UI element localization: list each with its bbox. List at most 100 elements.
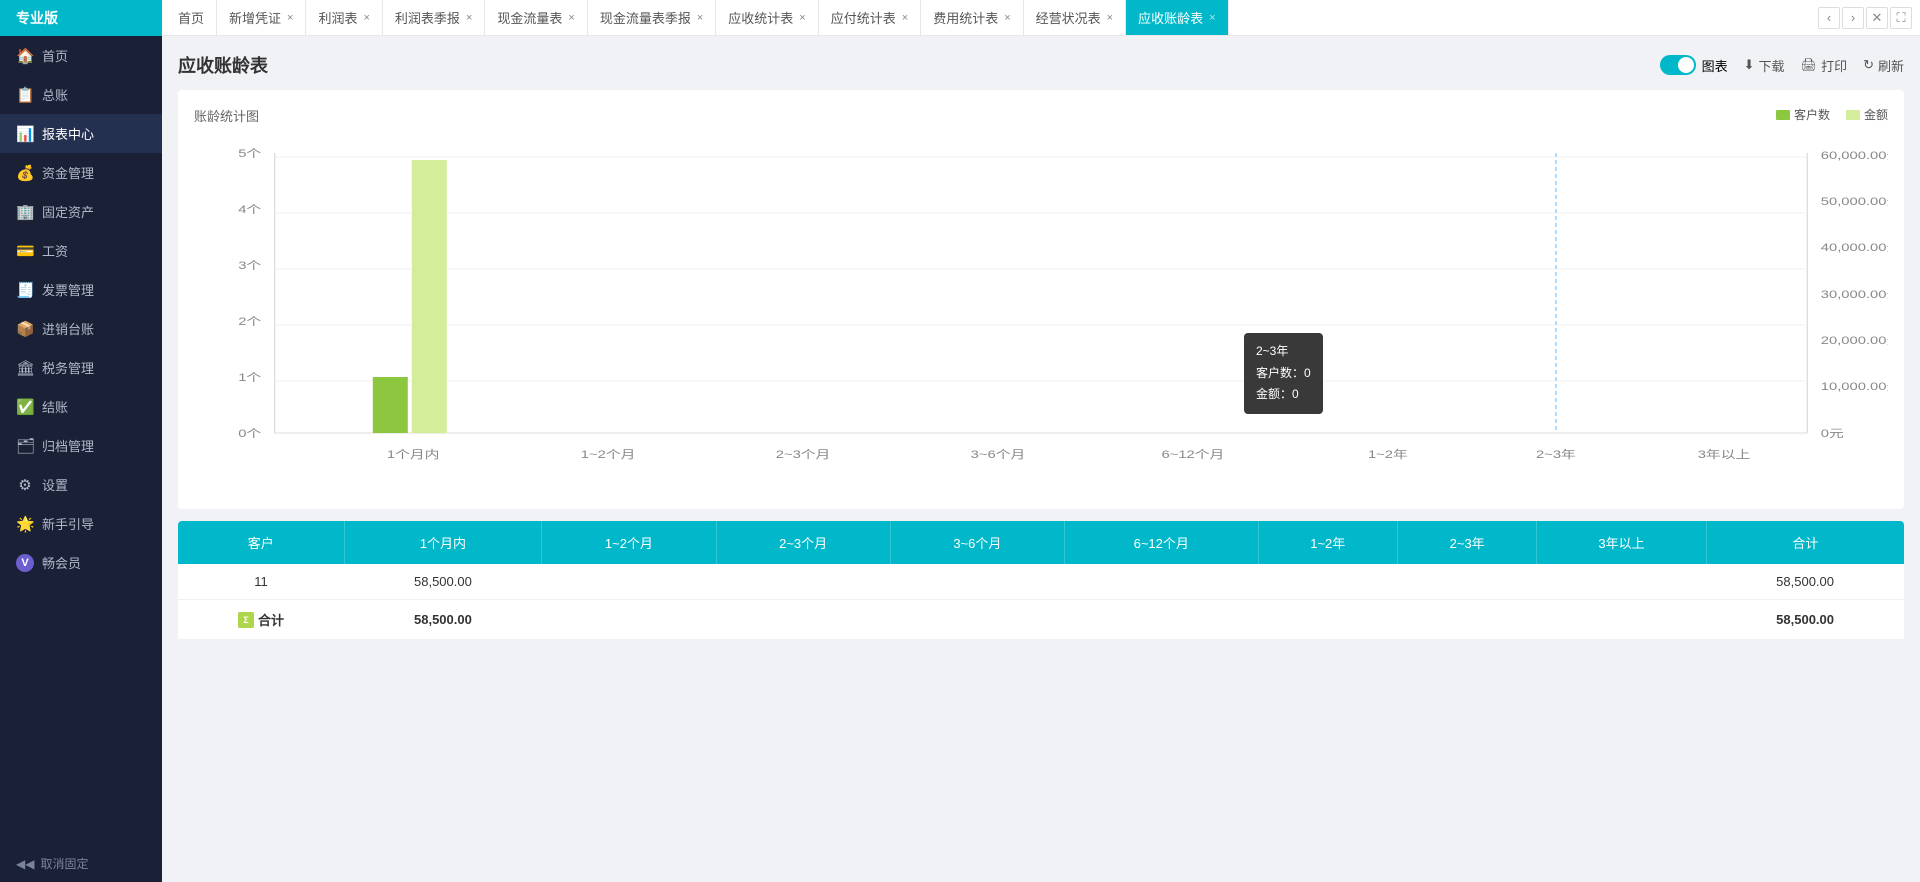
refresh-button[interactable]: ↻ 刷新 bbox=[1863, 56, 1904, 75]
table-header-row: 客户 1个月内 1~2个月 2~3个月 3~6个月 6~12个月 1~2年 2~… bbox=[178, 521, 1904, 564]
sidebar-item-vip[interactable]: V 畅会员 bbox=[0, 543, 162, 582]
chart-toggle[interactable]: 图表 bbox=[1660, 55, 1728, 75]
svg-text:10,000.00元: 10,000.00元 bbox=[1821, 380, 1888, 393]
sidebar-label-tax: 税务管理 bbox=[42, 358, 94, 377]
tab-close-biz-status[interactable]: × bbox=[1107, 12, 1113, 24]
svg-text:2~3年: 2~3年 bbox=[1536, 448, 1576, 461]
tab-nav-buttons: ‹ › ✕ ⛶ bbox=[1814, 7, 1916, 29]
sidebar-item-stock[interactable]: 📦 进销台账 bbox=[0, 309, 162, 348]
sidebar-item-settings[interactable]: ⚙ 设置 bbox=[0, 465, 162, 504]
total-y12 bbox=[1258, 600, 1397, 640]
ledger-icon: 📋 bbox=[16, 86, 34, 104]
tab-close-cashflow[interactable]: × bbox=[568, 12, 574, 24]
tab-next-button[interactable]: › bbox=[1842, 7, 1864, 29]
tab-expense[interactable]: 费用统计表 × bbox=[921, 0, 1023, 35]
sidebar-item-invoice[interactable]: 🧾 发票管理 bbox=[0, 270, 162, 309]
cell-m36 bbox=[890, 564, 1064, 600]
svg-text:1~2个月: 1~2个月 bbox=[581, 448, 636, 461]
col-m1: 1个月内 bbox=[344, 521, 542, 564]
sidebar-unpin[interactable]: ◀◀ 取消固定 bbox=[0, 845, 162, 882]
svg-text:4个: 4个 bbox=[238, 203, 261, 216]
tab-ar-stat[interactable]: 应收统计表 × bbox=[716, 0, 818, 35]
tab-cashflow-quarter[interactable]: 现金流量表季报 × bbox=[588, 0, 716, 35]
home-icon: 🏠 bbox=[16, 47, 34, 65]
col-y23: 2~3年 bbox=[1397, 521, 1536, 564]
sidebar-label-invoice: 发票管理 bbox=[42, 280, 94, 299]
page-title: 应收账龄表 bbox=[178, 52, 268, 78]
svg-text:20,000.00元: 20,000.00元 bbox=[1821, 334, 1888, 347]
tab-close-ar-aging[interactable]: × bbox=[1209, 12, 1215, 24]
sidebar-item-archive[interactable]: 🗂 归档管理 bbox=[0, 426, 162, 465]
total-label-cell: Σ 合计 bbox=[178, 600, 344, 640]
bar-amount-0 bbox=[412, 160, 447, 433]
svg-text:3年以上: 3年以上 bbox=[1698, 448, 1751, 461]
svg-text:40,000.00元: 40,000.00元 bbox=[1821, 241, 1888, 254]
tab-close-profit[interactable]: × bbox=[363, 12, 369, 24]
download-button[interactable]: ⬇ 下载 bbox=[1744, 56, 1785, 75]
tab-profit-quarter[interactable]: 利润表季报 × bbox=[383, 0, 485, 35]
settings-icon: ⚙ bbox=[16, 476, 34, 494]
invoice-icon: 🧾 bbox=[16, 281, 34, 299]
guide-icon: 🌟 bbox=[16, 515, 34, 533]
tab-close-expense[interactable]: × bbox=[1004, 12, 1010, 24]
total-m12 bbox=[542, 600, 716, 640]
tab-close-voucher[interactable]: × bbox=[287, 12, 293, 24]
legend-customer-count: 客户数 bbox=[1776, 106, 1830, 123]
toggle-track[interactable] bbox=[1660, 55, 1696, 75]
total-m36 bbox=[890, 600, 1064, 640]
svg-text:0个: 0个 bbox=[238, 427, 261, 440]
legend-amount: 金额 bbox=[1846, 106, 1888, 123]
sidebar-item-report[interactable]: 📊 报表中心 bbox=[0, 114, 162, 153]
cell-m23 bbox=[716, 564, 890, 600]
sidebar-label-stock: 进销台账 bbox=[42, 319, 94, 338]
tab-close-cashflow-quarter[interactable]: × bbox=[697, 12, 703, 24]
sidebar-item-tax[interactable]: 🏛 税务管理 bbox=[0, 348, 162, 387]
sidebar-item-settle[interactable]: ✅ 结账 bbox=[0, 387, 162, 426]
sidebar-item-asset[interactable]: 🏢 固定资产 bbox=[0, 192, 162, 231]
print-icon: 🖨 bbox=[1801, 57, 1818, 73]
total-icon: Σ bbox=[238, 612, 254, 628]
cell-customer: 11 bbox=[178, 564, 344, 600]
col-y3: 3年以上 bbox=[1537, 521, 1706, 564]
col-m12: 1~2个月 bbox=[542, 521, 716, 564]
sidebar-item-ledger[interactable]: 📋 总账 bbox=[0, 75, 162, 114]
content-area: 应收账龄表 图表 ⬇ 下载 🖨 打印 ↻ 刷新 bbox=[162, 36, 1920, 882]
svg-text:0元: 0元 bbox=[1821, 427, 1844, 440]
report-icon: 📊 bbox=[16, 125, 34, 143]
sidebar-label-report: 报表中心 bbox=[42, 124, 94, 143]
tab-voucher[interactable]: 新增凭证 × bbox=[217, 0, 306, 35]
page-header: 应收账龄表 图表 ⬇ 下载 🖨 打印 ↻ 刷新 bbox=[178, 52, 1904, 78]
tab-cashflow[interactable]: 现金流量表 × bbox=[485, 0, 587, 35]
total-total: 58,500.00 bbox=[1706, 600, 1904, 640]
tab-ap-stat[interactable]: 应付统计表 × bbox=[819, 0, 921, 35]
legend-color-count bbox=[1776, 110, 1790, 120]
print-button[interactable]: 🖨 打印 bbox=[1801, 56, 1848, 75]
sidebar-item-salary[interactable]: 💳 工资 bbox=[0, 231, 162, 270]
tab-prev-button[interactable]: ‹ bbox=[1818, 7, 1840, 29]
sidebar-item-home[interactable]: 🏠 首页 bbox=[0, 36, 162, 75]
tab-close-ap-stat[interactable]: × bbox=[902, 12, 908, 24]
tab-ar-aging[interactable]: 应收账龄表 × bbox=[1126, 0, 1228, 35]
tab-close-all-button[interactable]: ✕ bbox=[1866, 7, 1888, 29]
legend-label-count: 客户数 bbox=[1794, 106, 1830, 123]
svg-text:2~3个月: 2~3个月 bbox=[776, 448, 831, 461]
tab-biz-status[interactable]: 经营状况表 × bbox=[1024, 0, 1126, 35]
tab-fullscreen-button[interactable]: ⛶ bbox=[1890, 7, 1912, 29]
bar-count-0 bbox=[373, 377, 408, 433]
svg-text:5个: 5个 bbox=[238, 147, 261, 160]
sidebar-label-vip: 畅会员 bbox=[42, 553, 81, 572]
svg-text:6~12个月: 6~12个月 bbox=[1162, 448, 1225, 461]
sidebar-label-settings: 设置 bbox=[42, 475, 68, 494]
salary-icon: 💳 bbox=[16, 242, 34, 260]
tab-close-profit-quarter[interactable]: × bbox=[466, 12, 472, 24]
svg-text:3个: 3个 bbox=[238, 259, 261, 272]
sidebar-item-guide[interactable]: 🌟 新手引导 bbox=[0, 504, 162, 543]
sidebar-label-guide: 新手引导 bbox=[42, 514, 94, 533]
tab-profit[interactable]: 利润表 × bbox=[306, 0, 382, 35]
tab-close-ar-stat[interactable]: × bbox=[799, 12, 805, 24]
fund-icon: 💰 bbox=[16, 164, 34, 182]
tab-home[interactable]: 首页 bbox=[166, 0, 217, 35]
chart-title: 账龄统计图 bbox=[194, 106, 1888, 125]
sidebar-item-fund[interactable]: 💰 资金管理 bbox=[0, 153, 162, 192]
sidebar-label-salary: 工资 bbox=[42, 241, 68, 260]
